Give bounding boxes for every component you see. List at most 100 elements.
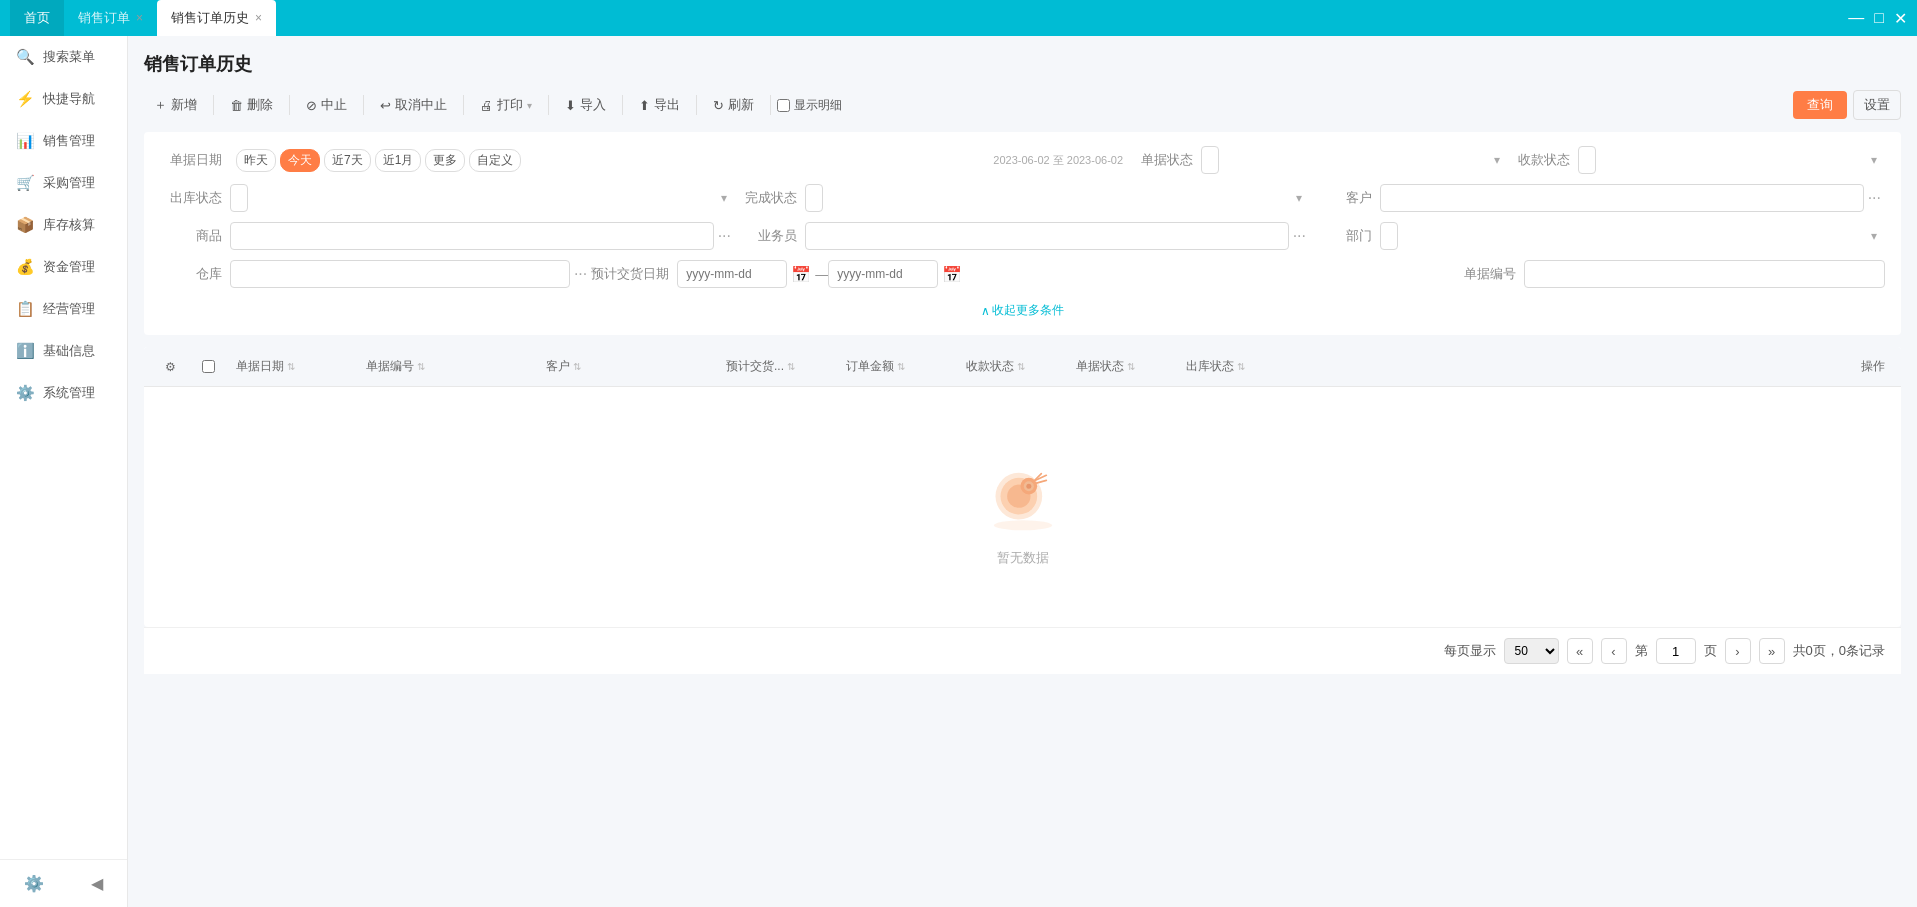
customer-input[interactable]: [1380, 184, 1864, 212]
cancel-stop-button[interactable]: ↩ 取消中止: [370, 91, 457, 119]
date-label: 单据日期: [160, 151, 230, 169]
query-button[interactable]: 查询: [1793, 91, 1847, 119]
delivery-cal-icon-to[interactable]: 📅: [942, 265, 962, 284]
add-button[interactable]: ＋ 新增: [144, 91, 207, 119]
sidebar-settings-btn[interactable]: ⚙️: [14, 868, 54, 899]
filter-department: 部门: [1310, 222, 1885, 250]
department-select[interactable]: [1380, 222, 1398, 250]
divider-4: [463, 95, 464, 115]
date-btn-custom[interactable]: 自定义: [469, 149, 521, 172]
top-bar-right: — □ ✕: [1848, 9, 1907, 28]
th-doc-status-sort[interactable]: ⇅: [1127, 361, 1135, 372]
page-next-btn[interactable]: ›: [1725, 638, 1751, 664]
tab-sales-order-close[interactable]: ×: [136, 11, 143, 25]
warehouse-status-label: 出库状态: [160, 189, 230, 207]
date-btn-more[interactable]: 更多: [425, 149, 465, 172]
select-all-checkbox[interactable]: [202, 360, 215, 373]
warehouse-ellipsis[interactable]: ···: [570, 265, 591, 283]
sidebar-item-purchase-mgmt[interactable]: 🛒 采购管理: [0, 162, 127, 204]
sidebar-item-sys-mgmt[interactable]: ⚙️ 系统管理: [0, 372, 127, 414]
export-icon: ⬆: [639, 98, 650, 113]
receipt-status-select[interactable]: [1578, 146, 1596, 174]
window-maximize[interactable]: □: [1874, 9, 1884, 27]
page-first-btn[interactable]: «: [1567, 638, 1593, 664]
page-size-select[interactable]: 20 50 100: [1504, 638, 1559, 664]
th-settings[interactable]: ⚙: [152, 360, 188, 374]
page-prev-btn[interactable]: ‹: [1601, 638, 1627, 664]
th-amount-sort[interactable]: ⇅: [897, 361, 905, 372]
delivery-date-label: 预计交货日期: [591, 265, 677, 283]
date-btn-1month[interactable]: 近1月: [375, 149, 422, 172]
th-date-sort[interactable]: ⇅: [287, 361, 295, 372]
complete-status-label: 完成状态: [735, 189, 805, 207]
complete-status-select[interactable]: [805, 184, 823, 212]
warehouse-input[interactable]: [230, 260, 570, 288]
tab-sales-order-history[interactable]: 销售订单历史 ×: [157, 0, 276, 36]
sidebar-item-search-menu[interactable]: 🔍 搜索菜单: [0, 36, 127, 78]
customer-label: 客户: [1310, 189, 1380, 207]
th-order-no-label: 单据编号: [366, 358, 414, 375]
sidebar-item-sales-mgmt[interactable]: 📊 销售管理: [0, 120, 127, 162]
delete-button[interactable]: 🗑 删除: [220, 91, 283, 119]
window-minimize[interactable]: —: [1848, 9, 1864, 27]
warehouse-status-select[interactable]: [230, 184, 248, 212]
sidebar-collapse-btn[interactable]: ◀: [81, 868, 113, 899]
export-button[interactable]: ⬆ 导出: [629, 91, 690, 119]
tab-sales-order-history-close[interactable]: ×: [255, 11, 262, 25]
delivery-date-to[interactable]: [828, 260, 938, 288]
tab-home[interactable]: 首页: [10, 0, 64, 36]
import-button[interactable]: ⬇ 导入: [555, 91, 616, 119]
th-check[interactable]: [188, 360, 228, 373]
table-settings-icon[interactable]: ⚙: [165, 360, 176, 374]
display-detail-checkbox-wrap[interactable]: 显示明细: [777, 97, 842, 114]
divider-3: [363, 95, 364, 115]
cancel-stop-label: 取消中止: [395, 96, 447, 114]
receipt-status-label: 收款状态: [1508, 151, 1578, 169]
window-close[interactable]: ✕: [1894, 9, 1907, 28]
th-doc-status: 单据状态 ⇅: [1068, 358, 1178, 375]
sys-mgmt-icon: ⚙️: [16, 384, 35, 402]
date-btn-7days[interactable]: 近7天: [324, 149, 371, 172]
filter-row-4: 仓库 ··· 预计交货日期 📅 — 📅 单据编号: [160, 260, 1885, 288]
th-warehouse-status-label: 出库状态: [1186, 358, 1234, 375]
salesperson-ellipsis[interactable]: ···: [1289, 227, 1310, 245]
th-customer-sort[interactable]: ⇅: [573, 361, 581, 372]
content-area: 销售订单历史 ＋ 新增 🗑 删除 ⊘ 中止 ↩ 取消中止: [128, 36, 1917, 907]
filter-row-1: 单据日期 昨天 今天 近7天 近1月 更多 自定义 2023-06-02: [160, 146, 1885, 174]
salesperson-input[interactable]: [805, 222, 1289, 250]
department-label: 部门: [1310, 227, 1380, 245]
sidebar-item-quick-nav[interactable]: ⚡ 快捷导航: [0, 78, 127, 120]
print-button[interactable]: 🖨 打印 ▾: [470, 91, 542, 119]
th-warehouse-status-sort[interactable]: ⇅: [1237, 361, 1245, 372]
divider-7: [696, 95, 697, 115]
display-detail-checkbox[interactable]: [777, 99, 790, 112]
refresh-button[interactable]: ↻ 刷新: [703, 91, 764, 119]
tab-sales-order[interactable]: 销售订单 ×: [64, 0, 157, 36]
th-order-no-sort[interactable]: ⇅: [417, 361, 425, 372]
delivery-date-from[interactable]: [677, 260, 787, 288]
date-btn-yesterday[interactable]: 昨天: [236, 149, 276, 172]
th-amount-label: 订单金额: [846, 358, 894, 375]
doc-status-select[interactable]: [1201, 146, 1219, 174]
page-last-btn[interactable]: »: [1759, 638, 1785, 664]
sidebar-bottom: ⚙️ ◀: [0, 859, 127, 907]
settings-button[interactable]: 设置: [1853, 90, 1901, 120]
th-delivery-sort[interactable]: ⇅: [787, 361, 795, 372]
sidebar-label-search-menu: 搜索菜单: [43, 48, 95, 66]
product-input[interactable]: [230, 222, 714, 250]
page-input[interactable]: [1656, 638, 1696, 664]
delivery-cal-icon-from[interactable]: 📅: [791, 265, 811, 284]
product-ellipsis[interactable]: ···: [714, 227, 735, 245]
doc-number-input[interactable]: [1524, 260, 1885, 288]
sidebar-item-inventory[interactable]: 📦 库存核算: [0, 204, 127, 246]
th-receipt-status-sort[interactable]: ⇅: [1017, 361, 1025, 372]
filter-doc-status: 单据状态: [1131, 146, 1508, 174]
delete-icon: 🗑: [230, 98, 243, 113]
sidebar-item-finance[interactable]: 💰 资金管理: [0, 246, 127, 288]
collapse-btn[interactable]: ∧ 收起更多条件: [981, 302, 1064, 319]
customer-ellipsis[interactable]: ···: [1864, 189, 1885, 207]
stop-button[interactable]: ⊘ 中止: [296, 91, 357, 119]
date-btn-today[interactable]: 今天: [280, 149, 320, 172]
sidebar-item-base-info[interactable]: ℹ️ 基础信息: [0, 330, 127, 372]
sidebar-item-operations[interactable]: 📋 经营管理: [0, 288, 127, 330]
